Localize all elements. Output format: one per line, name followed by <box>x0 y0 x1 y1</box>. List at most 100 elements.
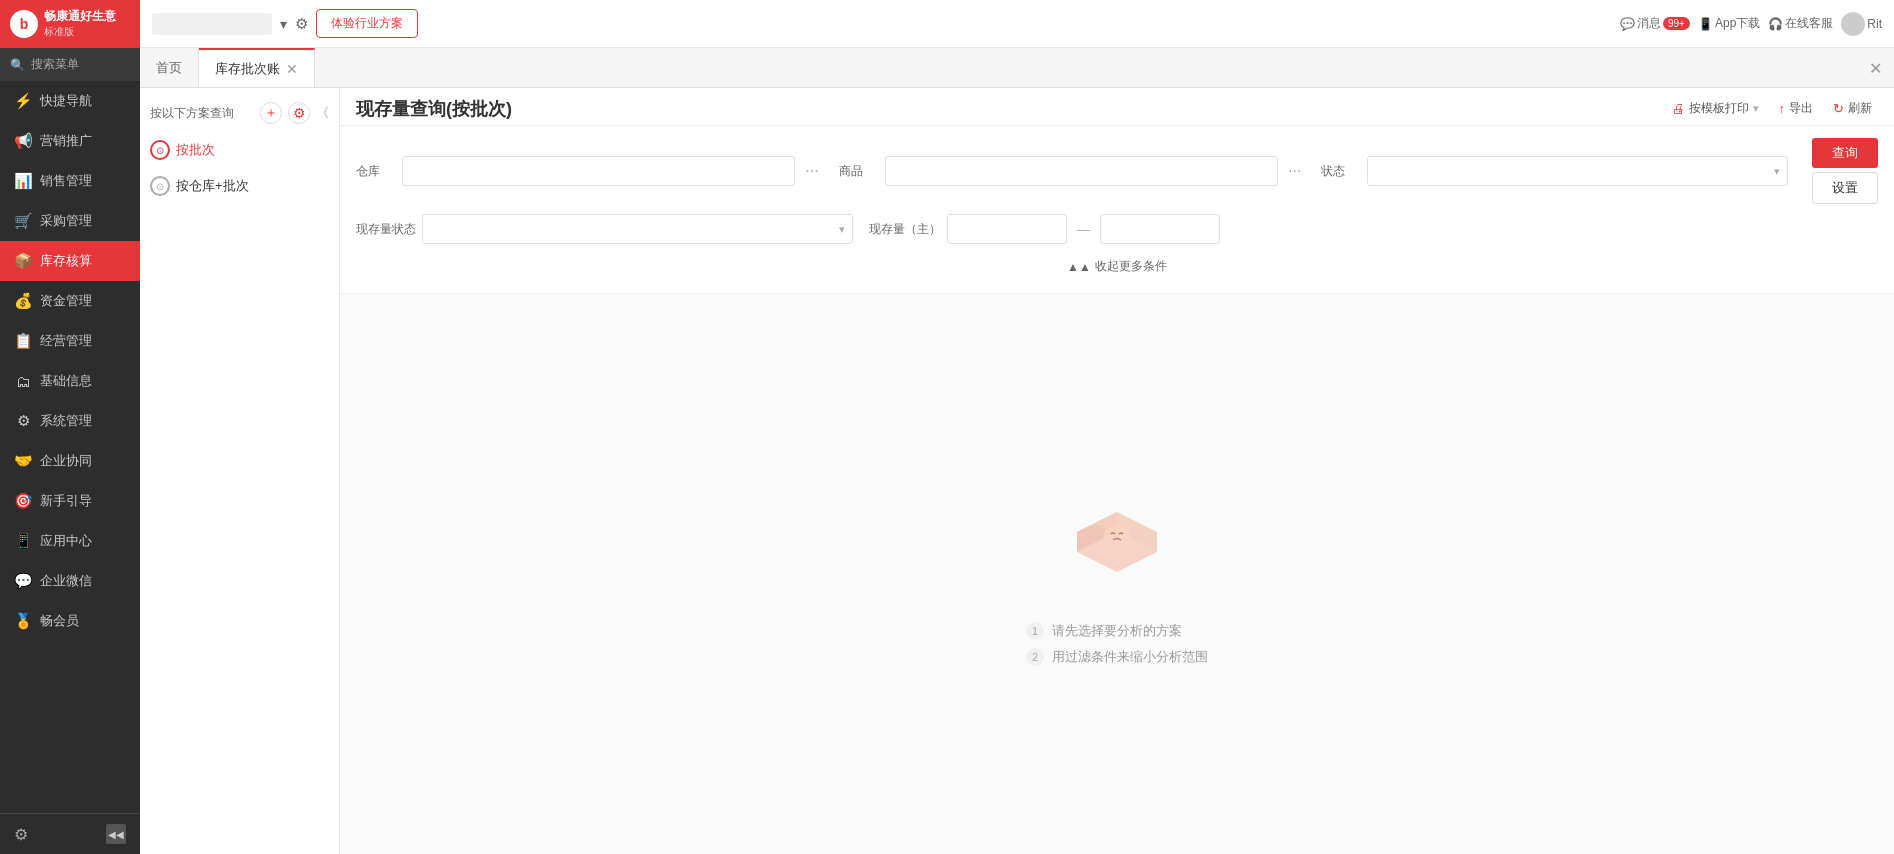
sidebar-item-label: 企业微信 <box>40 572 92 590</box>
goods-input[interactable] <box>885 156 1278 186</box>
tab-home[interactable]: 首页 <box>140 48 199 87</box>
sidebar-item-operation[interactable]: 📋 经营管理 <box>0 321 140 361</box>
refresh-btn[interactable]: ↻ 刷新 <box>1827 96 1878 121</box>
filter-panel: 按以下方案查询 ＋ ⚙ 《 ⊙ 按批次 ⊙ 按仓库+批次 <box>140 88 340 854</box>
sidebar-item-apps[interactable]: 📱 应用中心 <box>0 521 140 561</box>
app-download-btn[interactable]: 📱 App下载 <box>1698 15 1760 32</box>
filter-form: 仓库 ··· 商品 ··· 状态 <box>340 126 1894 294</box>
filter-item-label: 按批次 <box>176 141 215 159</box>
sidebar-item-label: 经营管理 <box>40 332 92 350</box>
sidebar-item-label: 畅会员 <box>40 612 79 630</box>
gear-btn[interactable]: ⚙ <box>295 15 308 33</box>
finance-icon: 💰 <box>14 292 32 310</box>
warehouse-more-btn[interactable]: ··· <box>801 162 822 180</box>
app-download-label: App下载 <box>1715 15 1760 32</box>
sidebar-item-wechat[interactable]: 💬 企业微信 <box>0 561 140 601</box>
settings-icon[interactable]: ⚙ <box>14 825 28 844</box>
sidebar-search[interactable]: 🔍 搜索菜单 <box>0 48 140 81</box>
status-select[interactable] <box>1367 156 1788 186</box>
filter-row-1: 仓库 ··· 商品 ··· 状态 <box>356 138 1878 204</box>
warehouse-batch-icon: ⊙ <box>150 176 170 196</box>
tab-inventory-batch[interactable]: 库存批次账 ✕ <box>199 48 315 87</box>
sidebar-item-marketing[interactable]: 📢 营销推广 <box>0 121 140 161</box>
avatar <box>1841 12 1865 36</box>
goods-more-btn[interactable]: ··· <box>1284 162 1305 180</box>
print-icon: 🖨 <box>1672 101 1685 116</box>
sidebar-footer: ⚙ ◀◀ <box>0 813 140 854</box>
sidebar-item-vip[interactable]: 🏅 畅会员 <box>0 601 140 641</box>
sidebar: b 畅康通好生意 标准版 🔍 搜索菜单 ⚡ 快捷导航 📢 营销推广 📊 销售管理… <box>0 0 140 854</box>
inv-status-select[interactable] <box>422 214 853 244</box>
sidebar-collapse-btn[interactable]: ◀◀ <box>106 824 126 844</box>
newbie-icon: 🎯 <box>14 492 32 510</box>
sidebar-item-enterprise[interactable]: 🤝 企业协同 <box>0 441 140 481</box>
inv-status-select-wrapper: ▾ <box>422 214 853 244</box>
settings-btn[interactable]: 设置 <box>1812 172 1878 204</box>
scheme-settings-btn[interactable]: ⚙ <box>288 102 310 124</box>
refresh-icon: ↻ <box>1833 101 1844 116</box>
sidebar-item-newbie[interactable]: 🎯 新手引导 <box>0 481 140 521</box>
main-area: ▾ ⚙ 体验行业方案 💬 消息 99+ 📱 App下载 🎧 在线客服 Rit 首… <box>140 0 1894 854</box>
tab-close-btn[interactable]: ✕ <box>286 62 298 76</box>
experience-btn[interactable]: 体验行业方案 <box>316 9 418 38</box>
warehouse-input[interactable] <box>402 156 795 186</box>
filter-field-inv-status: 现存量状态 ▾ <box>356 214 853 244</box>
query-area: 现存量查询(按批次) 🖨 按模板打印 ▾ ↑ 导出 ↻ 刷新 <box>340 88 1894 854</box>
sidebar-item-label: 资金管理 <box>40 292 92 310</box>
sidebar-item-label: 营销推广 <box>40 132 92 150</box>
breadcrumb-input[interactable] <box>152 13 272 35</box>
hint-num-2: 2 <box>1026 648 1044 666</box>
sidebar-item-system[interactable]: ⚙ 系统管理 <box>0 401 140 441</box>
sidebar-item-shortcut[interactable]: ⚡ 快捷导航 <box>0 81 140 121</box>
message-icon: 💬 <box>1620 17 1635 31</box>
operation-icon: 📋 <box>14 332 32 350</box>
message-btn[interactable]: 💬 消息 99+ <box>1620 15 1690 32</box>
query-btn[interactable]: 查询 <box>1812 138 1878 168</box>
app-version: 标准版 <box>44 25 116 39</box>
sidebar-item-purchase[interactable]: 🛒 采购管理 <box>0 201 140 241</box>
refresh-label: 刷新 <box>1848 100 1872 117</box>
basic-icon: 🗂 <box>14 372 32 390</box>
add-scheme-btn[interactable]: ＋ <box>260 102 282 124</box>
warehouse-label: 仓库 <box>356 163 396 180</box>
sidebar-item-label: 基础信息 <box>40 372 92 390</box>
download-icon: 📱 <box>1698 17 1713 31</box>
filter-field-inv-qty: 现存量（主） — <box>869 214 1366 244</box>
filter-item-by-warehouse-batch[interactable]: ⊙ 按仓库+批次 <box>140 168 339 204</box>
print-label: 按模板打印 <box>1689 100 1749 117</box>
export-btn[interactable]: ↑ 导出 <box>1773 96 1820 121</box>
user-avatar-btn[interactable]: Rit <box>1841 12 1882 36</box>
filter-item-by-batch[interactable]: ⊙ 按批次 <box>140 132 339 168</box>
sidebar-item-basic[interactable]: 🗂 基础信息 <box>0 361 140 401</box>
filter-field-goods: 商品 ··· <box>839 156 1306 186</box>
print-chevron: ▾ <box>1753 102 1759 115</box>
online-service-btn[interactable]: 🎧 在线客服 <box>1768 15 1833 32</box>
sidebar-item-label: 库存核算 <box>40 252 92 270</box>
search-menu-label: 搜索菜单 <box>31 56 79 73</box>
sidebar-header: b 畅康通好生意 标准版 <box>0 0 140 48</box>
user-label: Rit <box>1867 17 1882 31</box>
message-badge: 99+ <box>1663 17 1690 30</box>
tabbar: 首页 库存批次账 ✕ ✕ <box>140 48 1894 88</box>
vip-icon: 🏅 <box>14 612 32 630</box>
qty-dash: — <box>1073 222 1094 237</box>
collapse-panel-btn[interactable]: 《 <box>316 104 329 122</box>
hint-text-1: 请先选择要分析的方案 <box>1052 622 1182 640</box>
hint-item-2: 2 用过滤条件来缩小分析范围 <box>1026 648 1208 666</box>
print-btn[interactable]: 🖨 按模板打印 ▾ <box>1666 96 1765 121</box>
filter-panel-title: 按以下方案查询 <box>150 105 234 122</box>
online-service-label: 在线客服 <box>1785 15 1833 32</box>
sidebar-item-label: 企业协同 <box>40 452 92 470</box>
chevron-down-btn[interactable]: ▾ <box>280 16 287 32</box>
sidebar-item-inventory[interactable]: 📦 库存核算 <box>0 241 140 281</box>
apps-icon: 📱 <box>14 532 32 550</box>
inv-qty-min-input[interactable] <box>947 214 1067 244</box>
tabbar-close-right-btn[interactable]: ✕ <box>1869 58 1882 77</box>
export-label: 导出 <box>1789 100 1813 117</box>
sidebar-item-sales[interactable]: 📊 销售管理 <box>0 161 140 201</box>
collapse-row[interactable]: ▲▲ 收起更多条件 <box>356 254 1878 281</box>
sidebar-item-finance[interactable]: 💰 资金管理 <box>0 281 140 321</box>
inv-qty-max-input[interactable] <box>1100 214 1220 244</box>
page-title: 现存量查询(按批次) <box>356 97 512 121</box>
sidebar-item-label: 应用中心 <box>40 532 92 550</box>
